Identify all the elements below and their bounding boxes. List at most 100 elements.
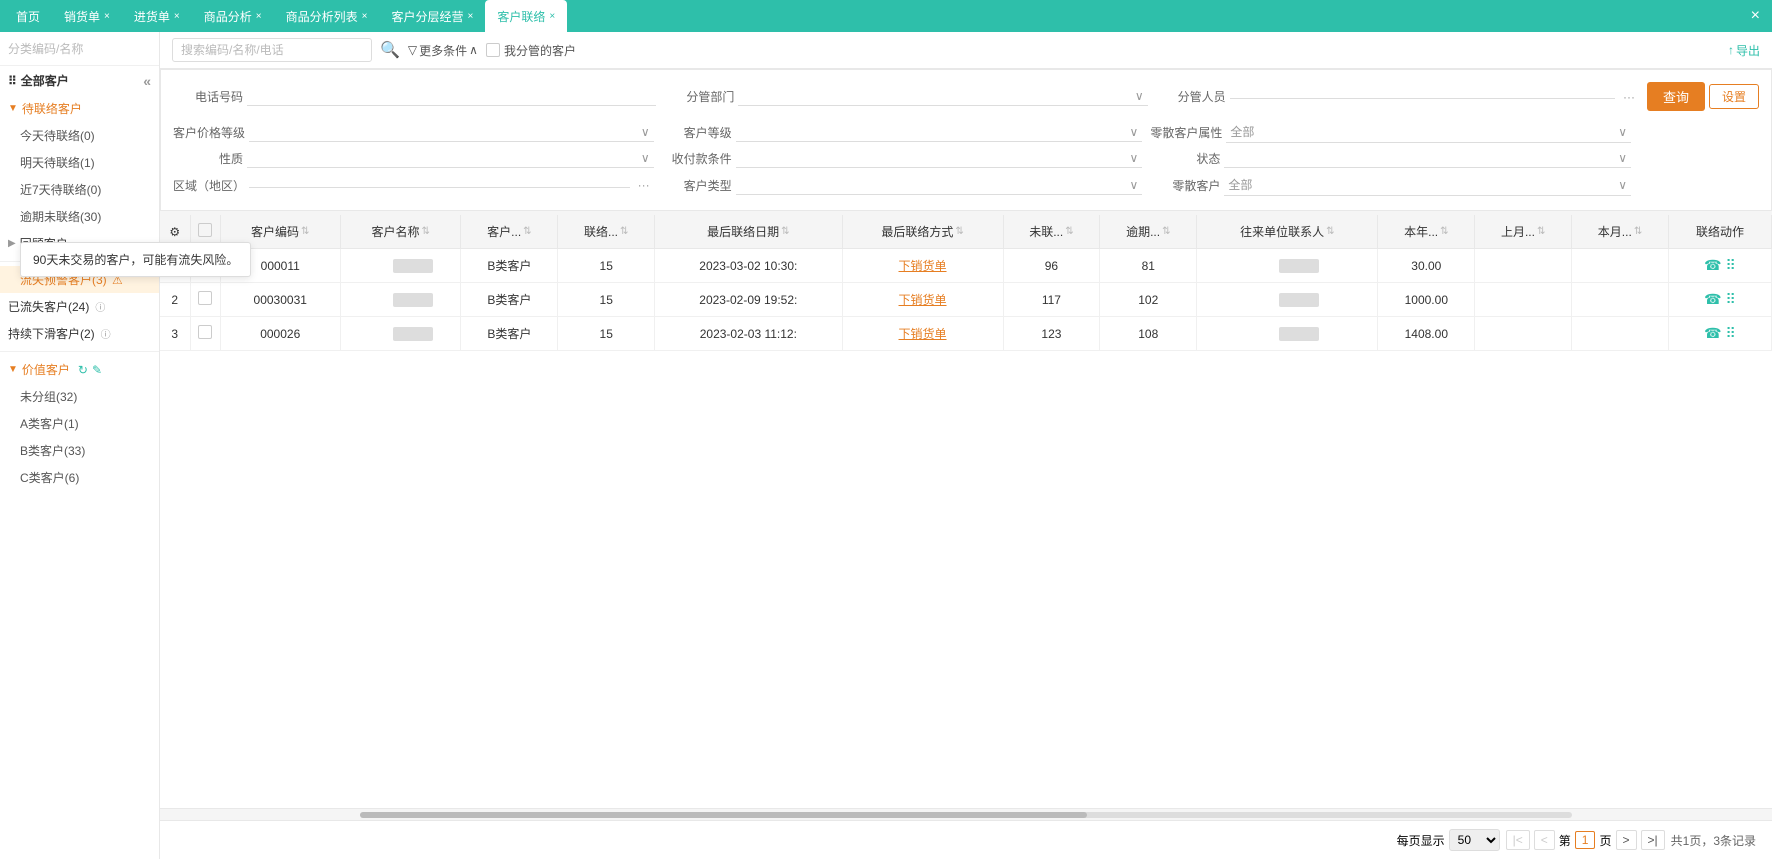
payment-field: 收付款条件 ∨ (662, 149, 1143, 168)
sidebar-item-ungrouped[interactable]: 未分组(32) (0, 383, 159, 410)
table-row: 1 000011 B类客户 15 2023-03-02 10:30: 下销货单 … (160, 249, 1772, 283)
contact-icon[interactable]: ☎ (1704, 257, 1721, 274)
cell-last-method[interactable]: 下销货单 (842, 249, 1003, 283)
price-grade-select[interactable]: ∨ (249, 123, 654, 142)
filter-row-4: 区域（地区） ··· 客户类型 ∨ 零散客户 全部 (173, 174, 1759, 196)
settings-button[interactable]: 设置 (1709, 84, 1759, 109)
sidebar-group-pending[interactable]: ▼ 待联络客户 (0, 95, 159, 122)
more-actions-icon[interactable]: ⠿ (1726, 257, 1736, 274)
contact-icon[interactable]: ☎ (1704, 325, 1721, 342)
more-actions-icon[interactable]: ⠿ (1726, 291, 1736, 308)
export-button[interactable]: ↑ 导出 (1728, 42, 1760, 59)
cell-last-date: 2023-02-09 19:52: (655, 283, 842, 317)
sort-icon[interactable]: ⇅ (422, 226, 430, 237)
sort-icon[interactable]: ⇅ (955, 226, 963, 237)
sidebar-item-declining[interactable]: 持续下滑客户(2) ⓘ (0, 320, 159, 347)
settings-icon[interactable]: ⚙ (169, 225, 180, 239)
close-icon[interactable]: × (104, 11, 110, 22)
tab-customer-tier[interactable]: 客户分层经营 × (379, 0, 485, 32)
tab-home[interactable]: 首页 (4, 0, 52, 32)
first-page-button[interactable]: |< (1506, 830, 1530, 850)
more-icon[interactable]: ··· (1619, 90, 1639, 104)
cust-type-select[interactable]: ∨ (736, 176, 1143, 195)
cell-checkbox[interactable] (190, 283, 220, 317)
sort-icon[interactable]: ⇅ (620, 226, 628, 237)
row-checkbox[interactable] (198, 325, 212, 339)
sidebar-item-class-a[interactable]: A类客户(1) (0, 410, 159, 437)
sidebar-group-value-customers[interactable]: ▼ 价值客户 ↻ ✎ (0, 356, 159, 383)
edit-icon[interactable]: ✎ (92, 363, 102, 377)
cell-last-method[interactable]: 下销货单 (842, 317, 1003, 351)
close-icon[interactable]: × (467, 11, 473, 22)
nature-select[interactable]: ∨ (247, 149, 654, 168)
sidebar-all-customers[interactable]: ⠿ 全部客户 « (0, 66, 159, 95)
sort-icon[interactable]: ⇅ (1440, 226, 1448, 237)
cell-checkbox[interactable] (190, 317, 220, 351)
row-checkbox[interactable] (198, 291, 212, 305)
checkbox-icon[interactable] (486, 43, 500, 57)
sidebar-item-churned[interactable]: 已流失客户(24) ⓘ (0, 293, 159, 320)
export-icon: ↑ (1728, 43, 1734, 57)
area-select[interactable] (249, 183, 630, 188)
close-icon[interactable]: × (174, 11, 180, 22)
tab-sales-order[interactable]: 销货单 × (52, 0, 122, 32)
sidebar-item-class-b[interactable]: B类客户(33) (0, 437, 159, 464)
tab-product-analysis-list[interactable]: 商品分析列表 × (274, 0, 380, 32)
last-page-button[interactable]: >| (1641, 830, 1665, 850)
phone-input[interactable] (247, 87, 656, 106)
horizontal-scrollbar[interactable] (160, 808, 1772, 820)
status-select[interactable]: ∨ (1224, 149, 1631, 168)
sidebar-item-today-pending[interactable]: 今天待联络(0) (0, 122, 159, 149)
per-page-select[interactable]: 50 100 200 (1449, 829, 1500, 851)
collapse-icon[interactable]: « (143, 73, 151, 89)
cust-grade-select[interactable]: ∨ (736, 123, 1143, 142)
payment-select[interactable]: ∨ (736, 149, 1143, 168)
more-actions-icon[interactable]: ⠿ (1726, 325, 1736, 342)
tab-product-analysis[interactable]: 商品分析 × (192, 0, 274, 32)
close-icon[interactable]: × (362, 11, 368, 22)
close-icon[interactable]: × (549, 11, 555, 22)
dept-select[interactable]: ∨ (738, 87, 1147, 106)
sort-icon[interactable]: ⇅ (1634, 226, 1642, 237)
cell-year-amount: 30.00 (1378, 249, 1475, 283)
tab-customer-contact[interactable]: 客户联络 × (485, 0, 567, 32)
contact-icon[interactable]: ☎ (1704, 291, 1721, 308)
more-icon[interactable]: ··· (634, 178, 654, 192)
search-button[interactable]: 🔍 (380, 40, 400, 60)
sort-icon[interactable]: ⇅ (523, 226, 531, 237)
sidebar-item-class-c[interactable]: C类客户(6) (0, 464, 159, 491)
query-button[interactable]: 查询 (1647, 82, 1705, 111)
select-all-checkbox[interactable] (198, 223, 212, 237)
cell-name (340, 283, 460, 317)
zero-cust-select[interactable]: 全部 ∨ (1224, 174, 1631, 196)
tab-purchase-order[interactable]: 进货单 × (122, 0, 192, 32)
zero-attr-select[interactable]: 全部 ∨ (1226, 121, 1631, 143)
table-header-row: ⚙ 客户编码⇅ 客户名称⇅ 客户...⇅ (160, 215, 1772, 249)
sort-icon[interactable]: ⇅ (1065, 226, 1073, 237)
person-select[interactable] (1230, 94, 1615, 99)
prev-page-button[interactable]: < (1534, 830, 1555, 850)
my-customers-checkbox[interactable]: 我分管的客户 (486, 42, 576, 59)
sidebar-item-tomorrow-pending[interactable]: 明天待联络(1) (0, 149, 159, 176)
cell-action: ☎ ⠿ (1668, 283, 1771, 317)
sort-icon[interactable]: ⇅ (781, 226, 789, 237)
zero-cust-field: 零散客户 全部 ∨ (1150, 174, 1631, 196)
next-page-button[interactable]: > (1616, 830, 1637, 850)
close-icon[interactable]: × (256, 11, 262, 22)
cust-type-field: 客户类型 ∨ (662, 176, 1143, 195)
category-search-input[interactable] (8, 42, 160, 56)
close-all-tabs-button[interactable]: × (1743, 7, 1768, 25)
dept-field: 分管部门 ∨ (664, 87, 1147, 106)
sort-icon[interactable]: ⇅ (1537, 226, 1545, 237)
search-input[interactable] (172, 38, 372, 62)
sort-icon[interactable]: ⇅ (1162, 226, 1170, 237)
more-conditions-button[interactable]: ▽ 更多条件 ∧ (408, 42, 478, 59)
sidebar-item-overdue-pending[interactable]: 逾期未联络(30) (0, 203, 159, 230)
cust-type-label: 客户类型 (662, 177, 732, 194)
sort-icon[interactable]: ⇅ (1326, 226, 1334, 237)
cell-last-method[interactable]: 下销货单 (842, 283, 1003, 317)
refresh-icon[interactable]: ↻ (78, 363, 88, 377)
sidebar-item-7day-pending[interactable]: 近7天待联络(0) (0, 176, 159, 203)
sort-icon[interactable]: ⇅ (301, 226, 309, 237)
price-grade-label: 客户价格等级 (173, 124, 245, 141)
